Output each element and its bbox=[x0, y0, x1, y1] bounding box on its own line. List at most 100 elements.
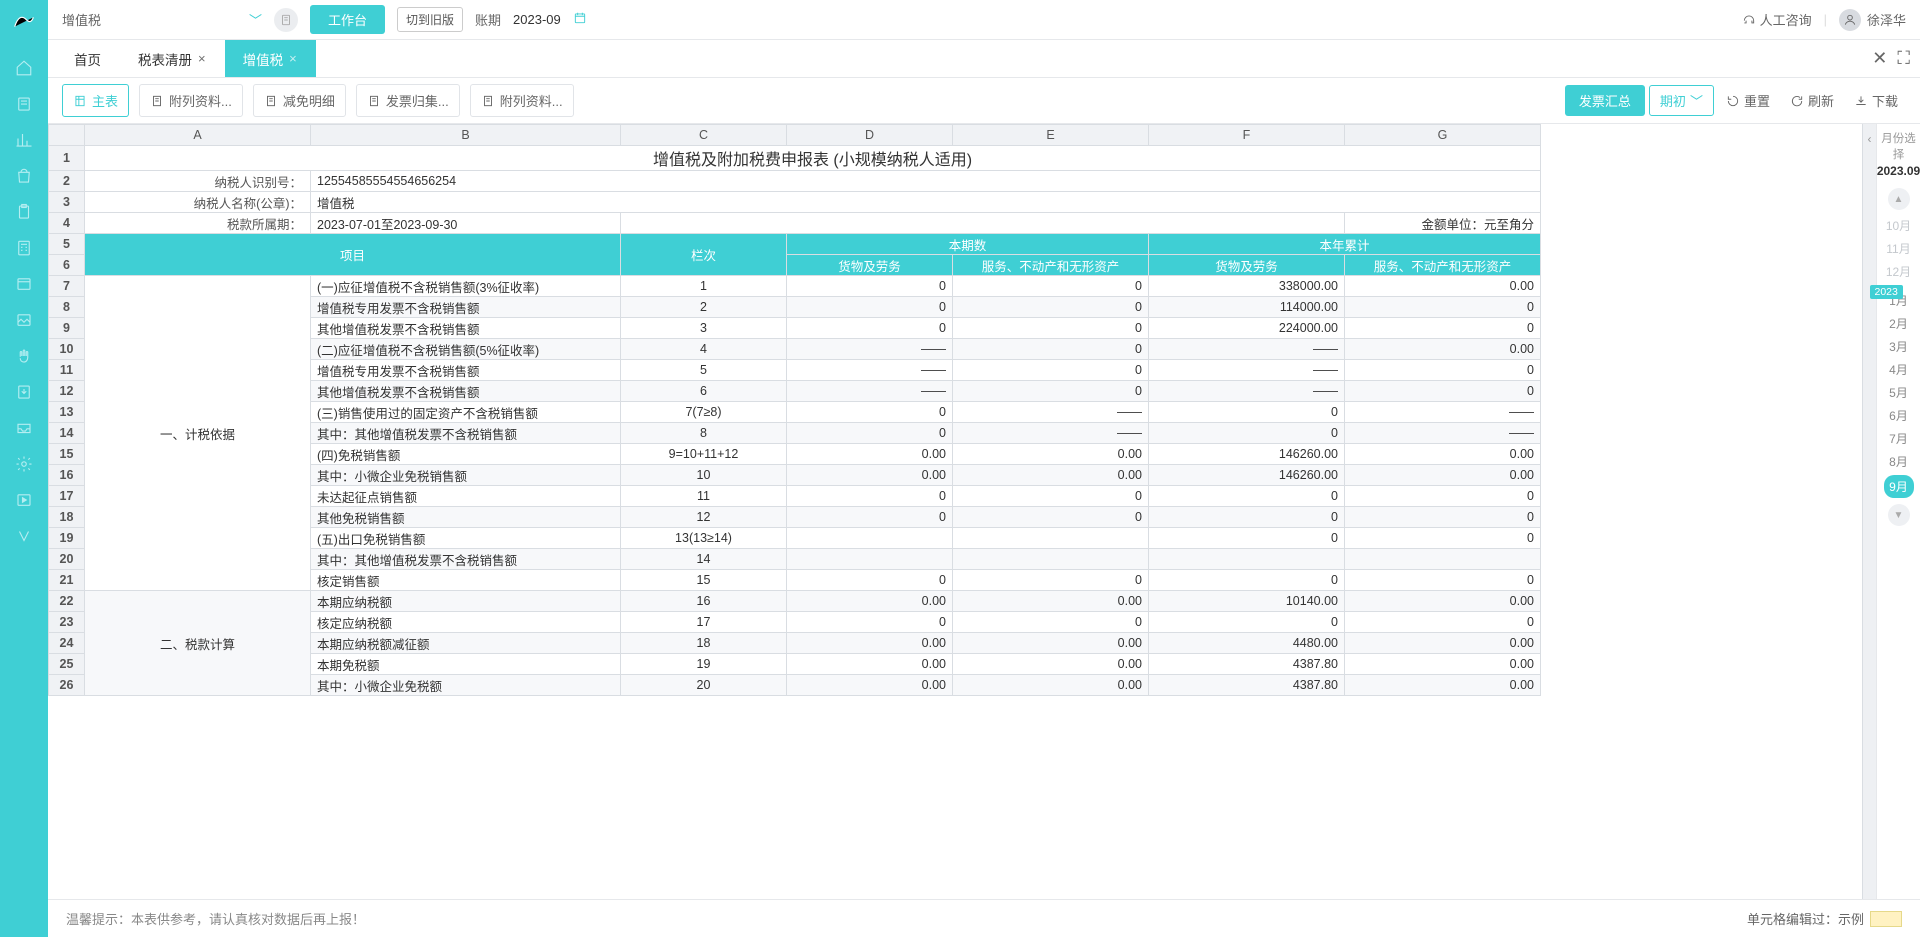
value-cell[interactable]: 0.00 bbox=[953, 591, 1149, 612]
month-item[interactable]: 4月 bbox=[1884, 358, 1914, 381]
value-cell[interactable] bbox=[787, 549, 953, 570]
value-cell[interactable]: 0 bbox=[787, 297, 953, 318]
period-start-dropdown[interactable]: 期初﹀ bbox=[1649, 85, 1714, 116]
spreadsheet[interactable]: ABCDEFG1增值税及附加税费申报表 (小规模纳税人适用)2纳税人识别号：12… bbox=[48, 124, 1862, 899]
value-cell[interactable]: —— bbox=[787, 339, 953, 360]
tab-tax-list[interactable]: 税表清册× bbox=[120, 40, 225, 77]
side-collapse-handle[interactable]: ‹ bbox=[1862, 124, 1876, 899]
nav-home-icon[interactable] bbox=[0, 50, 48, 86]
value-cell[interactable] bbox=[953, 528, 1149, 549]
value-cell[interactable] bbox=[953, 549, 1149, 570]
close-all-icon[interactable]: ✕ bbox=[1872, 48, 1887, 69]
value-cell[interactable] bbox=[787, 528, 953, 549]
value-cell[interactable]: 338000.00 bbox=[1149, 276, 1345, 297]
view-tab-attach1[interactable]: 附列资料... bbox=[139, 84, 243, 117]
value-cell[interactable]: 0 bbox=[953, 507, 1149, 528]
item-cell[interactable]: 核定销售额 bbox=[311, 570, 621, 591]
value-cell[interactable]: 146260.00 bbox=[1149, 444, 1345, 465]
item-cell[interactable]: 其中：小微企业免税额 bbox=[311, 675, 621, 696]
col-cell[interactable]: 1 bbox=[621, 276, 787, 297]
col-cell[interactable]: 20 bbox=[621, 675, 787, 696]
user-menu[interactable]: 徐泽华 bbox=[1839, 9, 1906, 31]
col-header[interactable]: C bbox=[621, 125, 787, 146]
value-cell[interactable]: 0 bbox=[1149, 402, 1345, 423]
value-cell[interactable]: 0.00 bbox=[953, 633, 1149, 654]
value-cell[interactable]: 0 bbox=[1345, 318, 1541, 339]
value-cell[interactable]: 0 bbox=[953, 360, 1149, 381]
close-icon[interactable]: × bbox=[289, 51, 297, 66]
value-cell[interactable]: 0 bbox=[953, 612, 1149, 633]
item-cell[interactable]: 核定应纳税额 bbox=[311, 612, 621, 633]
month-item[interactable]: 12月 bbox=[1884, 260, 1914, 283]
col-cell[interactable]: 16 bbox=[621, 591, 787, 612]
value-cell[interactable]: 114000.00 bbox=[1149, 297, 1345, 318]
value-cell[interactable]: 0 bbox=[787, 507, 953, 528]
value-cell[interactable]: 0 bbox=[787, 570, 953, 591]
value-cell[interactable]: —— bbox=[1149, 339, 1345, 360]
value-cell[interactable]: 0 bbox=[1149, 423, 1345, 444]
value-cell[interactable]: 0 bbox=[953, 570, 1149, 591]
value-cell[interactable]: 0 bbox=[1345, 570, 1541, 591]
view-tab-main[interactable]: 主表 bbox=[62, 84, 129, 117]
value-cell[interactable]: 0 bbox=[1345, 612, 1541, 633]
nav-v-icon[interactable] bbox=[0, 518, 48, 554]
grid-corner[interactable] bbox=[49, 125, 85, 146]
value-cell[interactable]: 0 bbox=[1345, 507, 1541, 528]
value-cell[interactable]: 0 bbox=[1149, 612, 1345, 633]
value-cell[interactable]: 0 bbox=[787, 318, 953, 339]
nav-hand-icon[interactable] bbox=[0, 338, 48, 374]
nav-export-icon[interactable] bbox=[0, 374, 48, 410]
value-cell[interactable]: 10140.00 bbox=[1149, 591, 1345, 612]
col-cell[interactable]: 19 bbox=[621, 654, 787, 675]
item-cell[interactable]: 本期应纳税额 bbox=[311, 591, 621, 612]
value-cell[interactable]: —— bbox=[953, 402, 1149, 423]
value-cell[interactable]: 0 bbox=[787, 612, 953, 633]
value-cell[interactable]: 0.00 bbox=[1345, 444, 1541, 465]
value-cell[interactable]: 0 bbox=[1345, 297, 1541, 318]
value-cell[interactable]: —— bbox=[1345, 423, 1541, 444]
item-cell[interactable]: 增值税专用发票不含税销售额 bbox=[311, 360, 621, 381]
value-cell[interactable]: 0 bbox=[1345, 381, 1541, 402]
month-down-icon[interactable]: ▼ bbox=[1888, 504, 1910, 526]
value-cell[interactable]: 0 bbox=[787, 276, 953, 297]
value-cell[interactable]: —— bbox=[953, 423, 1149, 444]
item-cell[interactable]: 本期免税额 bbox=[311, 654, 621, 675]
col-cell[interactable]: 17 bbox=[621, 612, 787, 633]
item-cell[interactable]: (四)免税销售额 bbox=[311, 444, 621, 465]
refresh-button[interactable]: 刷新 bbox=[1782, 91, 1842, 110]
note-icon[interactable] bbox=[274, 8, 298, 32]
tab-vat[interactable]: 增值税× bbox=[225, 40, 316, 77]
calendar-icon[interactable] bbox=[573, 11, 587, 28]
tab-home[interactable]: 首页 bbox=[56, 40, 120, 77]
nav-calculator-icon[interactable] bbox=[0, 230, 48, 266]
item-cell[interactable]: 其中：其他增值税发票不含税销售额 bbox=[311, 549, 621, 570]
item-cell[interactable]: 其他免税销售额 bbox=[311, 507, 621, 528]
nav-clipboard-icon[interactable] bbox=[0, 194, 48, 230]
col-cell[interactable]: 3 bbox=[621, 318, 787, 339]
value-cell[interactable]: 0.00 bbox=[787, 465, 953, 486]
value-cell[interactable]: —— bbox=[1149, 381, 1345, 402]
value-cell[interactable]: 0.00 bbox=[787, 675, 953, 696]
col-header[interactable]: B bbox=[311, 125, 621, 146]
nav-inbox-icon[interactable] bbox=[0, 410, 48, 446]
month-up-icon[interactable]: ▲ bbox=[1888, 188, 1910, 210]
col-cell[interactable]: 5 bbox=[621, 360, 787, 381]
value-cell[interactable]: 0 bbox=[1345, 528, 1541, 549]
value-cell[interactable]: 4480.00 bbox=[1149, 633, 1345, 654]
close-icon[interactable]: × bbox=[198, 51, 206, 66]
view-tab-exempt[interactable]: 减免明细 bbox=[253, 84, 346, 117]
value-cell[interactable]: 0 bbox=[953, 318, 1149, 339]
fullscreen-icon[interactable]: ⛶ bbox=[1897, 48, 1910, 69]
month-item[interactable]: 8月 bbox=[1884, 450, 1914, 473]
value-cell[interactable]: 0 bbox=[1345, 360, 1541, 381]
value-cell[interactable]: 0.00 bbox=[1345, 675, 1541, 696]
value-cell[interactable]: 0.00 bbox=[953, 675, 1149, 696]
value-cell[interactable] bbox=[1149, 549, 1345, 570]
value-cell[interactable]: 0 bbox=[1149, 507, 1345, 528]
month-item[interactable]: 3月 bbox=[1884, 335, 1914, 358]
col-cell[interactable]: 13(13≥14) bbox=[621, 528, 787, 549]
item-cell[interactable]: 其他增值税发票不含税销售额 bbox=[311, 318, 621, 339]
value-cell[interactable]: 0.00 bbox=[1345, 339, 1541, 360]
col-cell[interactable]: 8 bbox=[621, 423, 787, 444]
value-cell[interactable]: 0 bbox=[1345, 486, 1541, 507]
